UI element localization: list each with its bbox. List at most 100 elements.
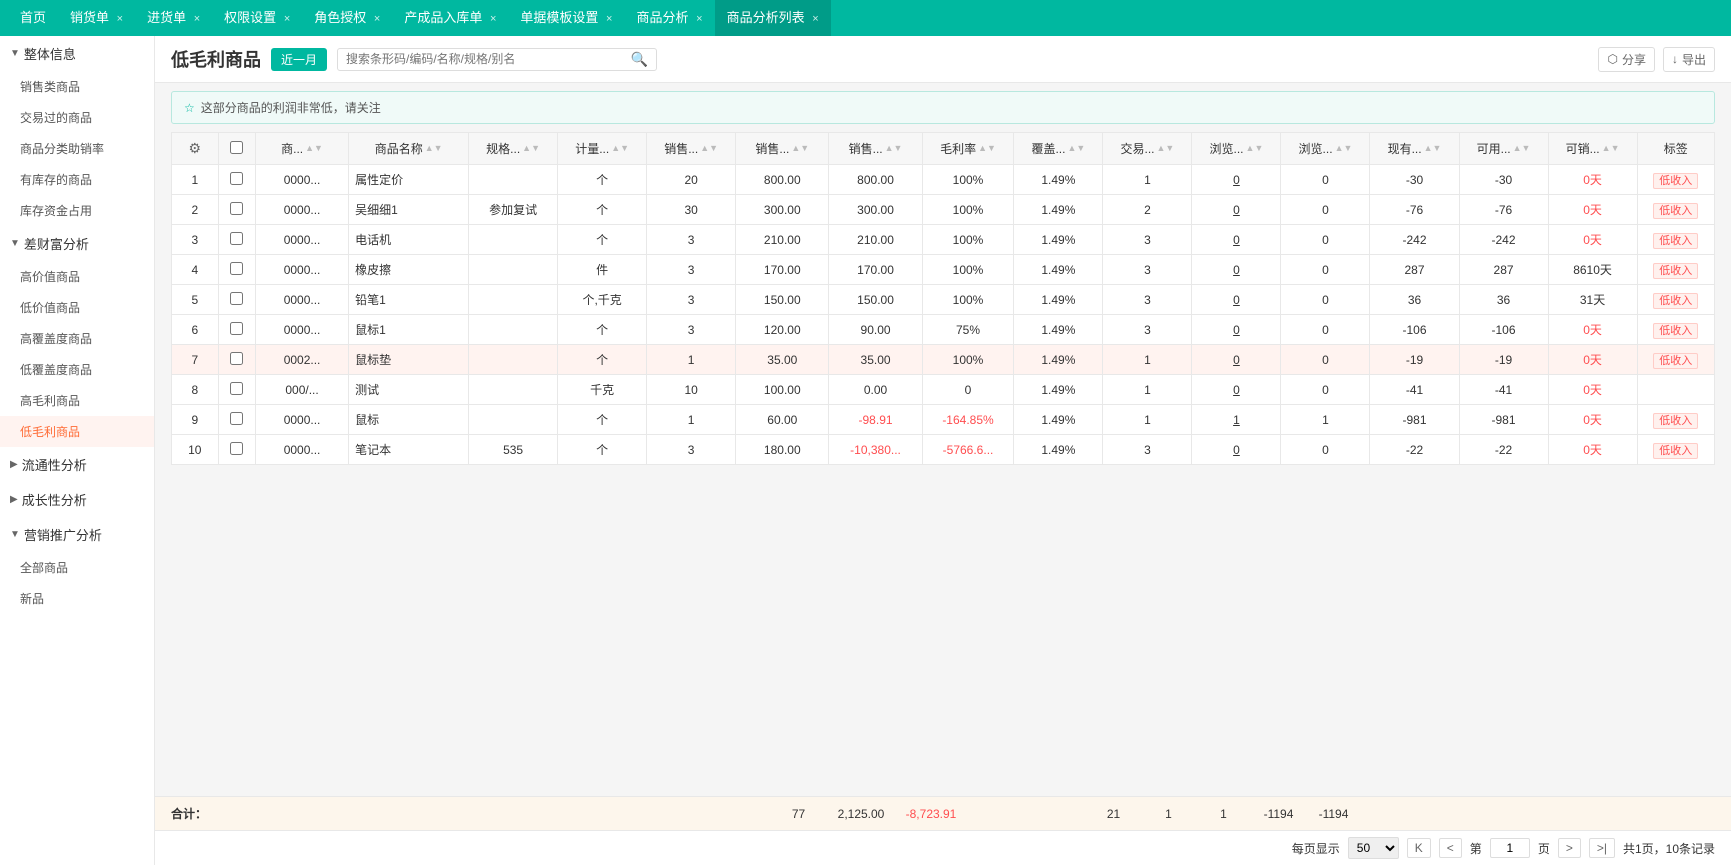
arrow-icon-3: ▶ (10, 459, 18, 470)
row-browse1[interactable]: 0 (1192, 165, 1281, 195)
row-sales-gross: 210.00 (829, 225, 922, 255)
next-page-button[interactable]: > (1558, 838, 1581, 858)
sidebar-item-low-coverage[interactable]: 低覆盖度商品 (0, 354, 154, 385)
row-browse1[interactable]: 0 (1192, 195, 1281, 225)
row-num: 8 (172, 375, 219, 405)
row-browse1[interactable]: 0 (1192, 285, 1281, 315)
nav-product-stock[interactable]: 产成品入库单 × (392, 0, 508, 36)
nav-sales-close[interactable]: × (117, 13, 123, 25)
row-browse1[interactable]: 0 (1192, 255, 1281, 285)
share-button[interactable]: ⬡ 分享 (1598, 47, 1655, 72)
select-all-checkbox[interactable] (230, 141, 243, 154)
row-browse1[interactable]: 0 (1192, 225, 1281, 255)
nav-purchase[interactable]: 进货单 × (135, 0, 212, 36)
sort-icon-current[interactable]: ▲▼ (1424, 144, 1442, 153)
nav-template[interactable]: 单据模板设置 × (508, 0, 624, 36)
sidebar-group-growth[interactable]: ▶ 成长性分析 (0, 482, 154, 517)
sort-icon-trade[interactable]: ▲▼ (1157, 144, 1175, 153)
row-checkbox[interactable] (218, 195, 255, 225)
sort-icon-cover[interactable]: ▲▼ (1067, 144, 1085, 153)
search-input[interactable] (346, 52, 631, 66)
sort-icon-gross-rate[interactable]: ▲▼ (978, 144, 996, 153)
row-num: 5 (172, 285, 219, 315)
time-filter-button[interactable]: 近一月 (271, 48, 327, 71)
sort-icon-sales-count[interactable]: ▲▼ (700, 144, 718, 153)
row-checkbox[interactable] (218, 165, 255, 195)
th-checkbox[interactable] (218, 133, 255, 165)
row-checkbox[interactable] (218, 345, 255, 375)
sort-icon-available[interactable]: ▲▼ (1513, 144, 1531, 153)
page-input[interactable] (1490, 838, 1530, 858)
sort-icon-price[interactable]: ▲▼ (791, 144, 809, 153)
nav-home[interactable]: 首页 (8, 0, 58, 36)
sort-icon-browse2[interactable]: ▲▼ (1335, 144, 1353, 153)
row-spec: 参加复试 (469, 195, 558, 225)
row-code: 0000... (255, 315, 348, 345)
sidebar-item-high-coverage[interactable]: 高覆盖度商品 (0, 323, 154, 354)
sort-icon-browse1[interactable]: ▲▼ (1246, 144, 1264, 153)
sidebar-item-high-value[interactable]: 高价值商品 (0, 261, 154, 292)
sidebar-item-stock-capital[interactable]: 库存资金占用 (0, 195, 154, 226)
sidebar-item-low-margin[interactable]: 低毛利商品 (0, 416, 154, 447)
sort-icon-gross[interactable]: ▲▼ (885, 144, 903, 153)
row-checkbox[interactable] (218, 315, 255, 345)
search-icon[interactable]: 🔍 (631, 51, 648, 68)
row-checkbox[interactable] (218, 435, 255, 465)
row-code: 0000... (255, 285, 348, 315)
last-page-button[interactable]: >| (1589, 838, 1615, 858)
settings-icon[interactable]: ⚙ (189, 140, 202, 156)
row-checkbox[interactable] (218, 255, 255, 285)
nav-role[interactable]: 角色授权 × (302, 0, 392, 36)
sidebar-item-traded-goods[interactable]: 交易过的商品 (0, 102, 154, 133)
sidebar-item-stock-goods[interactable]: 有库存的商品 (0, 164, 154, 195)
sidebar-group-wealth[interactable]: ▼ 差财富分析 (0, 226, 154, 261)
row-checkbox[interactable] (218, 405, 255, 435)
row-browse1[interactable]: 0 (1192, 315, 1281, 345)
nav-sales[interactable]: 销货单 × (58, 0, 135, 36)
row-gross-rate: -5766.6... (922, 435, 1014, 465)
sort-icon-spec[interactable]: ▲▼ (522, 144, 540, 153)
row-available: 36 (1459, 285, 1548, 315)
prev-page-button[interactable]: < (1439, 838, 1462, 858)
nav-product-stock-close[interactable]: × (490, 13, 496, 25)
sort-icon-unit[interactable]: ▲▼ (611, 144, 629, 153)
page-size-select[interactable]: 50 10 20 100 (1348, 837, 1399, 859)
sort-icon-code[interactable]: ▲▼ (305, 144, 323, 153)
row-name: 电话机 (349, 225, 469, 255)
nav-permission-close[interactable]: × (284, 13, 290, 25)
sidebar-group-overall[interactable]: ▼ 整体信息 (0, 36, 154, 71)
row-browse1[interactable]: 0 (1192, 375, 1281, 405)
nav-permission[interactable]: 权限设置 × (212, 0, 302, 36)
row-browse1[interactable]: 0 (1192, 435, 1281, 465)
row-checkbox[interactable] (218, 375, 255, 405)
row-browse1[interactable]: 0 (1192, 345, 1281, 375)
sidebar-item-all-goods[interactable]: 全部商品 (0, 552, 154, 583)
sort-icon-name[interactable]: ▲▼ (425, 144, 443, 153)
sidebar-item-new-goods[interactable]: 新品 (0, 583, 154, 614)
sidebar-item-low-value[interactable]: 低价值商品 (0, 292, 154, 323)
row-checkbox[interactable] (218, 225, 255, 255)
first-page-button[interactable]: K (1407, 838, 1431, 858)
sidebar-item-high-margin[interactable]: 高毛利商品 (0, 385, 154, 416)
export-button[interactable]: ↓ 导出 (1663, 47, 1715, 72)
th-settings[interactable]: ⚙ (172, 133, 219, 165)
nav-purchase-close[interactable]: × (194, 13, 200, 25)
row-browse1[interactable]: 1 (1192, 405, 1281, 435)
sidebar-item-sales-goods[interactable]: 销售类商品 (0, 71, 154, 102)
page-title: 低毛利商品 (171, 46, 261, 72)
sidebar-group-liquidity[interactable]: ▶ 流通性分析 (0, 447, 154, 482)
nav-template-close[interactable]: × (606, 13, 612, 25)
sort-icon-saleable[interactable]: ▲▼ (1602, 144, 1620, 153)
th-spec: 规格... ▲▼ (469, 133, 558, 165)
nav-goods-analysis-list[interactable]: 商品分析列表 × (715, 0, 831, 36)
sidebar-item-category-rate[interactable]: 商品分类助销率 (0, 133, 154, 164)
nav-goods-list-close[interactable]: × (812, 13, 818, 25)
row-name: 笔记本 (349, 435, 469, 465)
sidebar-group-marketing[interactable]: ▼ 营销推广分析 (0, 517, 154, 552)
nav-role-close[interactable]: × (374, 13, 380, 25)
row-checkbox[interactable] (218, 285, 255, 315)
nav-goods-analysis-close[interactable]: × (696, 13, 702, 25)
nav-goods-analysis[interactable]: 商品分析 × (624, 0, 714, 36)
table-wrapper: ⚙ 商... ▲▼ (171, 132, 1715, 465)
row-gross-rate: 100% (922, 255, 1014, 285)
